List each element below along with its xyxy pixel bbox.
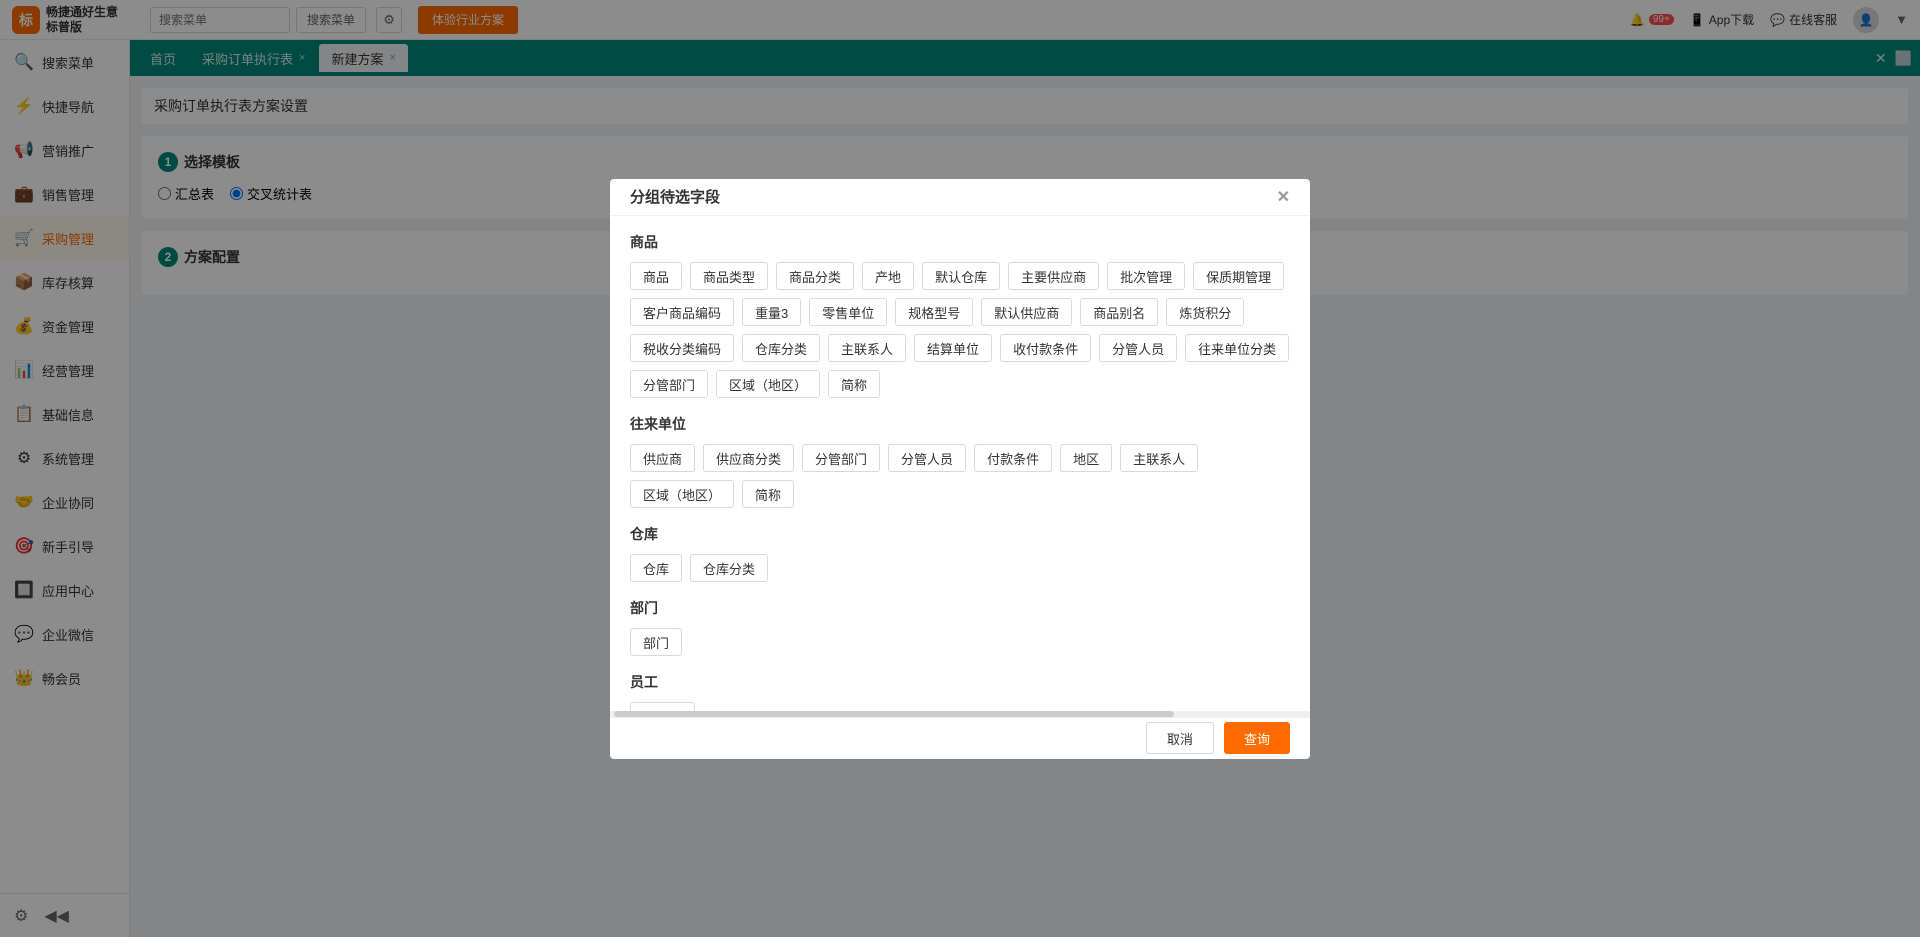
cancel-button[interactable]: 取消 [1146, 722, 1214, 754]
field-tag-0-8[interactable]: 客户商品编码 [630, 298, 734, 326]
field-section-title-3: 部门 [630, 598, 1290, 618]
field-tag-0-0[interactable]: 商品 [630, 262, 682, 290]
modal-header: 分组待选字段 ✕ [610, 179, 1310, 217]
field-section-title-4: 员工 [630, 672, 1290, 692]
field-tag-0-13[interactable]: 商品别名 [1080, 298, 1158, 326]
field-tag-0-5[interactable]: 主要供应商 [1008, 262, 1099, 290]
field-tag-1-1[interactable]: 供应商分类 [703, 444, 794, 472]
modal-overlay: 分组待选字段 ✕ 商品商品商品类型商品分类产地默认仓库主要供应商批次管理保质期管… [0, 0, 1920, 937]
field-tag-3-0[interactable]: 部门 [630, 628, 682, 656]
field-tag-1-3[interactable]: 分管人员 [888, 444, 966, 472]
field-tag-0-12[interactable]: 默认供应商 [981, 298, 1072, 326]
field-tags-1: 供应商供应商分类分管部门分管人员付款条件地区主联系人区域（地区） 简称 [630, 444, 1290, 508]
field-tags-0: 商品商品类型商品分类产地默认仓库主要供应商批次管理保质期管理客户商品编码重量3 零… [630, 262, 1290, 398]
field-section-title-2: 仓库 [630, 524, 1290, 544]
field-tag-2-1[interactable]: 仓库分类 [690, 554, 768, 582]
modal-footer: 取消 查询 [610, 717, 1310, 758]
field-tag-1-7[interactable]: 区域（地区） [630, 480, 734, 508]
field-tag-0-24[interactable]: 简称 [828, 370, 880, 398]
field-tag-2-0[interactable]: 仓库 [630, 554, 682, 582]
field-tag-0-7[interactable]: 保质期管理 [1193, 262, 1284, 290]
field-tags-3: 部门 [630, 628, 1290, 656]
field-tag-0-21[interactable]: 往来单位分类 [1185, 334, 1289, 362]
field-tags-4: 业务员 [630, 702, 1290, 711]
field-tag-0-22[interactable]: 分管部门 [630, 370, 708, 398]
field-tag-0-3[interactable]: 产地 [862, 262, 914, 290]
field-tag-0-11[interactable]: 规格型号 [895, 298, 973, 326]
field-tag-0-1[interactable]: 商品类型 [690, 262, 768, 290]
field-section-3: 部门部门 [630, 598, 1290, 656]
field-tag-4-0[interactable]: 业务员 [630, 702, 695, 711]
field-tag-0-18[interactable]: 结算单位 [914, 334, 992, 362]
modal-body: 商品商品商品类型商品分类产地默认仓库主要供应商批次管理保质期管理客户商品编码重量… [610, 216, 1310, 711]
field-section-4: 员工业务员 [630, 672, 1290, 711]
field-tag-0-10[interactable]: 零售单位 [809, 298, 887, 326]
field-tag-1-0[interactable]: 供应商 [630, 444, 695, 472]
field-tag-1-2[interactable]: 分管部门 [802, 444, 880, 472]
field-tag-0-19[interactable]: 收付款条件 [1000, 334, 1091, 362]
field-tag-0-6[interactable]: 批次管理 [1107, 262, 1185, 290]
modal-dialog: 分组待选字段 ✕ 商品商品商品类型商品分类产地默认仓库主要供应商批次管理保质期管… [610, 179, 1310, 759]
field-tag-0-23[interactable]: 区域（地区） [716, 370, 820, 398]
field-tag-0-9[interactable]: 重量3 [742, 298, 801, 326]
field-tag-1-5[interactable]: 地区 [1060, 444, 1112, 472]
modal-title: 分组待选字段 [630, 186, 720, 207]
field-tag-0-14[interactable]: 炼货积分 [1166, 298, 1244, 326]
field-tag-1-6[interactable]: 主联系人 [1120, 444, 1198, 472]
field-tag-1-4[interactable]: 付款条件 [974, 444, 1052, 472]
field-section-0: 商品商品商品类型商品分类产地默认仓库主要供应商批次管理保质期管理客户商品编码重量… [630, 232, 1290, 398]
modal-close-icon[interactable]: ✕ [1277, 187, 1290, 207]
field-tag-1-8[interactable]: 简称 [742, 480, 794, 508]
field-tag-0-4[interactable]: 默认仓库 [922, 262, 1000, 290]
field-tag-0-20[interactable]: 分管人员 [1099, 334, 1177, 362]
confirm-button[interactable]: 查询 [1224, 722, 1290, 754]
field-section-2: 仓库仓库仓库分类 [630, 524, 1290, 582]
field-tag-0-15[interactable]: 税收分类编码 [630, 334, 734, 362]
field-section-title-0: 商品 [630, 232, 1290, 252]
field-section-1: 往来单位供应商供应商分类分管部门分管人员付款条件地区主联系人区域（地区） 简称 [630, 414, 1290, 508]
field-tag-0-2[interactable]: 商品分类 [776, 262, 854, 290]
field-tag-0-16[interactable]: 仓库分类 [742, 334, 820, 362]
field-tags-2: 仓库仓库分类 [630, 554, 1290, 582]
field-tag-0-17[interactable]: 主联系人 [828, 334, 906, 362]
field-section-title-1: 往来单位 [630, 414, 1290, 434]
